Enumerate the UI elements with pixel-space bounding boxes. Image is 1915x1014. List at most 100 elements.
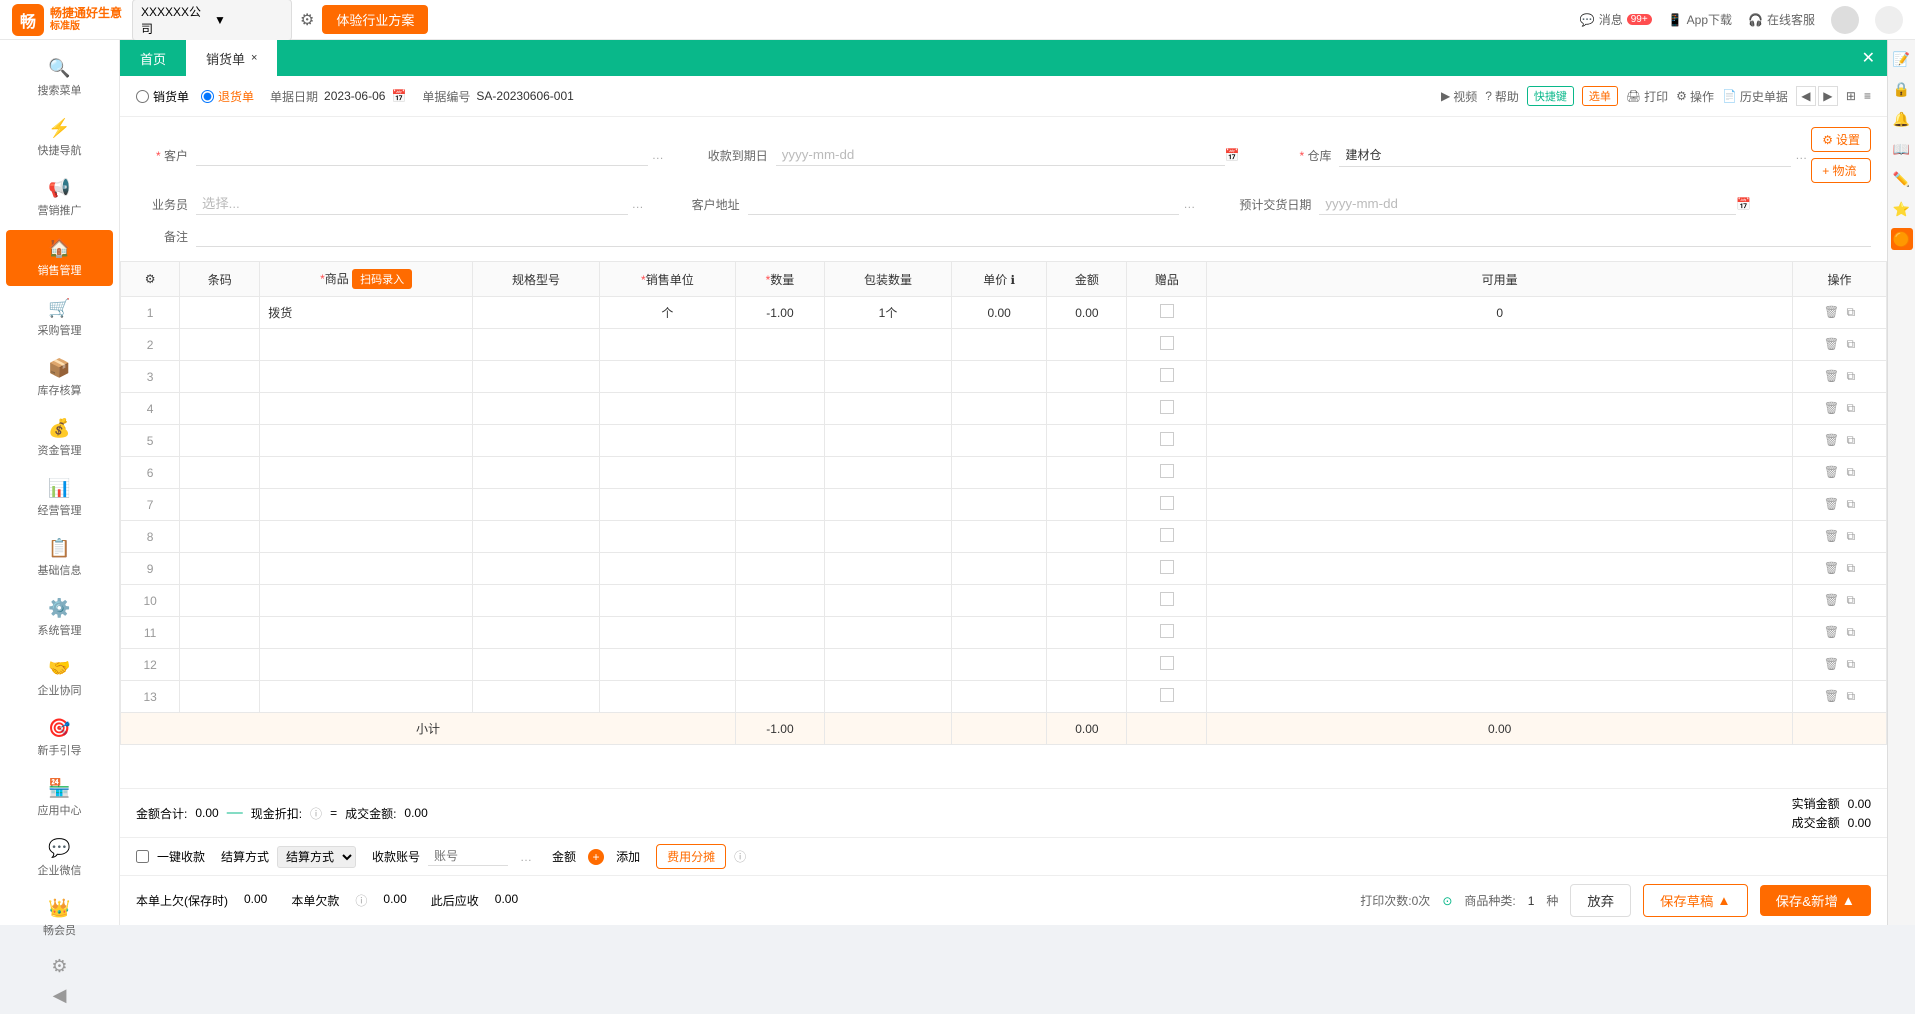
row-barcode[interactable] (180, 297, 260, 329)
rp-orange-icon[interactable]: 🟠 (1891, 228, 1913, 250)
row-price[interactable] (951, 617, 1046, 649)
grid-view-icon[interactable]: ⊞ (1846, 89, 1856, 103)
copy-icon[interactable]: ⧉ (1846, 561, 1855, 575)
row-gift[interactable] (1127, 329, 1207, 361)
copy-icon[interactable]: ⧉ (1846, 689, 1855, 703)
one-click-checkbox[interactable] (136, 850, 149, 863)
sidebar-item-enterprise[interactable]: 🤝 企业协同 (6, 650, 113, 706)
row-gift[interactable] (1127, 361, 1207, 393)
gift-checkbox[interactable] (1160, 432, 1174, 446)
row-unit[interactable] (599, 361, 735, 393)
window-close-icon[interactable]: ✕ (1862, 48, 1875, 68)
row-qty[interactable] (735, 521, 824, 553)
delete-icon[interactable]: 🗑 (1824, 401, 1839, 415)
row-gift[interactable] (1127, 585, 1207, 617)
row-spec[interactable] (473, 489, 600, 521)
row-amount[interactable] (1047, 649, 1127, 681)
row-barcode[interactable] (180, 521, 260, 553)
row-product[interactable] (260, 521, 473, 553)
delete-icon[interactable]: 🗑 (1824, 689, 1839, 703)
row-gift[interactable] (1127, 521, 1207, 553)
row-product[interactable] (260, 393, 473, 425)
row-price[interactable] (951, 649, 1046, 681)
sidebar-item-business[interactable]: 📊 经营管理 (6, 470, 113, 526)
sidebar-item-sales[interactable]: 🏠 销售管理 (6, 230, 113, 286)
row-barcode[interactable] (180, 361, 260, 393)
calendar-icon[interactable]: 📅 (391, 89, 406, 103)
sidebar-item-inventory[interactable]: 📦 库存核算 (6, 350, 113, 406)
delete-icon[interactable]: 🗑 (1824, 433, 1839, 447)
operate-btn[interactable]: ⚙ 操作 (1676, 88, 1714, 105)
gift-checkbox[interactable] (1160, 656, 1174, 670)
row-price[interactable] (951, 393, 1046, 425)
row-amount[interactable] (1047, 521, 1127, 553)
shortcut-btn[interactable]: 快捷键 (1527, 86, 1574, 106)
radio-return[interactable]: 退货单 (201, 88, 254, 105)
row-spec[interactable] (473, 521, 600, 553)
row-pkg-qty[interactable] (825, 393, 952, 425)
rp-note-icon[interactable]: 📝 (1891, 48, 1913, 70)
delete-icon[interactable]: 🗑 (1824, 305, 1839, 319)
row-unit[interactable] (599, 649, 735, 681)
row-spec[interactable] (473, 617, 600, 649)
row-pkg-qty[interactable] (825, 457, 952, 489)
rp-book-icon[interactable]: 📖 (1891, 138, 1913, 160)
row-unit[interactable] (599, 553, 735, 585)
delivery-calendar[interactable]: 📅 (1736, 197, 1751, 211)
row-gift[interactable] (1127, 649, 1207, 681)
sidebar-item-guide[interactable]: 🎯 新手引导 (6, 710, 113, 766)
gift-checkbox[interactable] (1160, 336, 1174, 350)
row-gift[interactable] (1127, 617, 1207, 649)
delete-icon[interactable]: 🗑 (1824, 465, 1839, 479)
sidebar-item-finance[interactable]: 💰 资金管理 (6, 410, 113, 466)
row-price[interactable] (951, 457, 1046, 489)
row-pkg-qty[interactable]: 1个 (825, 297, 952, 329)
row-qty[interactable] (735, 457, 824, 489)
row-amount[interactable]: 0.00 (1047, 297, 1127, 329)
row-qty[interactable] (735, 553, 824, 585)
row-pkg-qty[interactable] (825, 425, 952, 457)
row-pkg-qty[interactable] (825, 521, 952, 553)
row-unit[interactable] (599, 393, 735, 425)
customer-input[interactable] (196, 144, 648, 166)
video-btn[interactable]: ▶ 视频 (1441, 88, 1477, 105)
message-center[interactable]: 💬 消息 99+ (1580, 11, 1652, 28)
gift-checkbox[interactable] (1160, 368, 1174, 382)
row-gift[interactable] (1127, 553, 1207, 585)
row-pkg-qty[interactable] (825, 361, 952, 393)
gift-checkbox[interactable] (1160, 496, 1174, 510)
row-gift[interactable] (1127, 297, 1207, 329)
row-unit[interactable] (599, 425, 735, 457)
sidebar-item-marketing[interactable]: 📢 营销推广 (6, 170, 113, 226)
row-barcode[interactable] (180, 585, 260, 617)
row-spec[interactable] (473, 457, 600, 489)
close-icon[interactable]: × (251, 52, 257, 64)
delete-icon[interactable]: 🗑 (1824, 593, 1839, 607)
row-unit[interactable] (599, 521, 735, 553)
row-amount[interactable] (1047, 585, 1127, 617)
payment-due-calendar[interactable]: 📅 (1225, 148, 1240, 162)
gift-checkbox[interactable] (1160, 528, 1174, 542)
add-btn-orange[interactable]: + (588, 849, 604, 865)
row-gift[interactable] (1127, 425, 1207, 457)
row-product[interactable] (260, 361, 473, 393)
copy-icon[interactable]: ⧉ (1846, 497, 1855, 511)
row-barcode[interactable] (180, 393, 260, 425)
row-amount[interactable] (1047, 457, 1127, 489)
row-spec[interactable] (473, 553, 600, 585)
list-view-icon[interactable]: ≡ (1864, 89, 1871, 103)
copy-icon[interactable]: ⧉ (1846, 529, 1855, 543)
row-price[interactable] (951, 681, 1046, 713)
delete-icon[interactable]: 🗑 (1824, 337, 1839, 351)
row-barcode[interactable] (180, 457, 260, 489)
customer-ellipsis[interactable]: … (648, 148, 668, 162)
row-barcode[interactable] (180, 617, 260, 649)
sidebar-item-wechat[interactable]: 💬 企业微信 (6, 830, 113, 886)
copy-icon[interactable]: ⧉ (1846, 305, 1855, 319)
copy-icon[interactable]: ⧉ (1846, 401, 1855, 415)
row-amount[interactable] (1047, 329, 1127, 361)
row-price[interactable]: 0.00 (951, 297, 1046, 329)
row-unit[interactable] (599, 329, 735, 361)
row-price[interactable] (951, 329, 1046, 361)
account-input[interactable] (428, 847, 508, 866)
